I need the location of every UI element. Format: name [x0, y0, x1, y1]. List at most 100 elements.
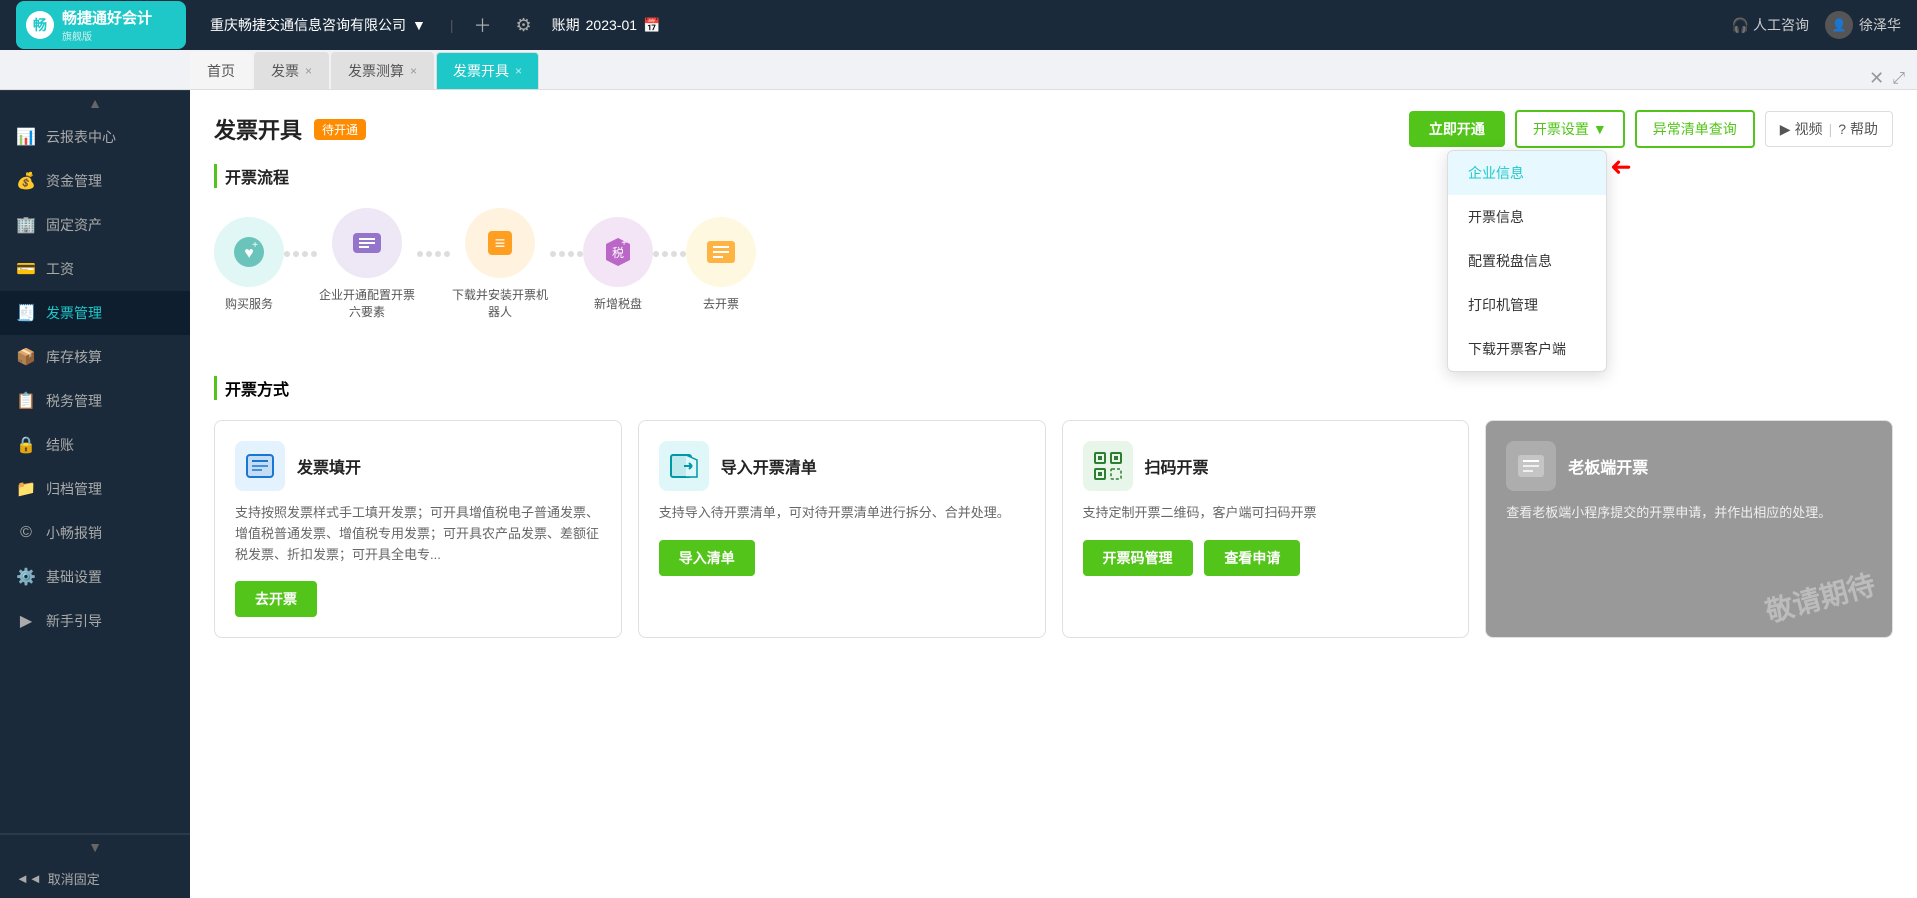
exception-button[interactable]: 异常清单查询 [1635, 110, 1755, 148]
settings-icon[interactable]: ⚙ [512, 11, 536, 40]
flow-step-3: ≡ 下载并安装开票机器人 [450, 208, 550, 320]
dropdown-item-invoice-info[interactable]: 开票信息 [1448, 195, 1606, 239]
card-1-desc: 支持按照发票样式手工填开发票；可开具增值税电子普通发票、增值税普通发票、增值税专… [235, 503, 601, 565]
tax-icon: 📋 [16, 391, 36, 411]
flow-section: 开票流程 ♥ + 购买服务 [190, 164, 1917, 376]
step-dots-1 [284, 251, 317, 257]
card-4-icon [1506, 441, 1556, 491]
dropdown-item-printer[interactable]: 打印机管理 [1448, 283, 1606, 327]
app-title: 畅捷通好会计 [62, 7, 152, 28]
settlement-icon: 🔒 [16, 435, 36, 455]
sidebar-item-inventory[interactable]: 📦 库存核算 [0, 335, 190, 379]
sidebar-item-label: 固定资产 [46, 215, 102, 235]
card-2-desc: 支持导入待开票清单，可对待开票清单进行拆分、合并处理。 [659, 503, 1025, 524]
card-2-header: 导入开票清单 [659, 441, 1025, 491]
cancel-pin-icon: ◄◄ [16, 871, 42, 886]
card-3-btn[interactable]: 开票码管理 [1083, 540, 1193, 576]
flow-step-1: ♥ + 购买服务 [214, 217, 284, 312]
billing-card-import: 导入开票清单 支持导入待开票清单，可对待开票清单进行拆分、合并处理。 导入清单 [638, 420, 1046, 638]
top-bar: 畅 畅捷通好会计 旗舰版 重庆畅捷交通信息咨询有限公司 ▼ | ＋ ⚙ 账期 2… [0, 0, 1917, 50]
sidebar-item-archive[interactable]: 📁 归档管理 [0, 467, 190, 511]
funds-icon: 💰 [16, 171, 36, 191]
sidebar-item-expense[interactable]: © 小畅报销 [0, 511, 190, 555]
company-selector[interactable]: 重庆畅捷交通信息咨询有限公司 ▼ [202, 11, 434, 39]
billing-card-boss: 老板端开票 查看老板端小程序提交的开票申请，并作出相应的处理。 敬请期待 [1485, 420, 1893, 638]
step-4-icon: 税 + [583, 217, 653, 287]
main-content: 发票开具 待开通 立即开通 开票设置 ▼ 异常清单查询 ▶ 视频 | ? 帮助 [190, 90, 1917, 898]
billing-cards: 发票填开 支持按照发票样式手工填开发票；可开具增值税电子普通发票、增值税普通发票… [214, 420, 1893, 638]
sidebar-item-label: 归档管理 [46, 479, 102, 499]
sidebar-item-settlement[interactable]: 🔒 结账 [0, 423, 190, 467]
card-3-btn2[interactable]: 查看申请 [1204, 540, 1300, 576]
billing-card-scan: 扫码开票 支持定制开票二维码，客户端可扫码开票 开票码管理 查看申请 [1062, 420, 1470, 638]
help-label: 帮助 [1850, 119, 1878, 139]
payroll-icon: 💳 [16, 259, 36, 279]
step-1-icon: ♥ + [214, 217, 284, 287]
cancel-pin-btn[interactable]: ◄◄ 取消固定 [0, 859, 190, 898]
sidebar-item-reports[interactable]: 📊 云报表中心 [0, 115, 190, 159]
user-area[interactable]: 👤 徐泽华 [1825, 11, 1901, 39]
flow-step-2: 企业开通配置开票六要素 [317, 208, 417, 320]
sidebar-item-invoice[interactable]: 🧾 发票管理 [0, 291, 190, 335]
close-window-icon[interactable]: ✕ [1869, 68, 1884, 89]
flow-step-4: 税 + 新增税盘 [583, 217, 653, 312]
close-icon[interactable]: × [305, 64, 312, 78]
svg-text:+: + [252, 240, 258, 251]
scroll-down-btn[interactable]: ▼ [0, 834, 190, 859]
tab-home[interactable]: 首页 [190, 52, 252, 89]
add-icon[interactable]: ＋ [470, 8, 496, 42]
sidebar-item-label: 新手引导 [46, 611, 102, 631]
expand-icon[interactable]: ⤢ [1892, 70, 1905, 88]
close-icon[interactable]: × [410, 64, 417, 78]
sidebar-item-guide[interactable]: ▶ 新手引导 [0, 599, 190, 643]
settings-dropdown: 企业信息 开票信息 配置税盘信息 打印机管理 下载开票客户端 [1447, 150, 1607, 372]
tab-invoice-calc[interactable]: 发票测算 × [331, 52, 434, 89]
app-subtitle: 旗舰版 [62, 28, 152, 43]
red-arrow-icon: ➜ [1610, 152, 1632, 183]
company-name: 重庆畅捷交通信息咨询有限公司 [210, 15, 406, 35]
settings-button[interactable]: 开票设置 ▼ [1515, 110, 1625, 148]
period-label: 账期 [552, 15, 580, 35]
user-name: 徐泽华 [1859, 15, 1901, 35]
period-value: 2023-01 [586, 17, 637, 33]
sidebar-item-settings[interactable]: ⚙️ 基础设置 [0, 555, 190, 599]
scroll-up-btn[interactable]: ▲ [0, 90, 190, 115]
card-2-btn[interactable]: 导入清单 [659, 540, 755, 576]
page-header: 发票开具 待开通 立即开通 开票设置 ▼ 异常清单查询 ▶ 视频 | ? 帮助 [190, 90, 1917, 164]
calendar-icon[interactable]: 📅 [643, 17, 660, 34]
activate-button[interactable]: 立即开通 [1409, 111, 1505, 147]
close-icon[interactable]: × [515, 64, 522, 78]
logo-area: 畅 畅捷通好会计 旗舰版 [16, 1, 186, 49]
svg-text:≡: ≡ [495, 233, 506, 253]
sidebar-item-payroll[interactable]: 💳 工资 [0, 247, 190, 291]
separator: | [1829, 121, 1833, 137]
sidebar-item-assets[interactable]: 🏢 固定资产 [0, 203, 190, 247]
service-btn[interactable]: 🎧 人工咨询 [1732, 15, 1809, 35]
overlay-text: 敬请期待 [1761, 564, 1880, 632]
inventory-icon: 📦 [16, 347, 36, 367]
sidebar: ▲ 📊 云报表中心 💰 资金管理 🏢 固定资产 💳 工资 🧾 发票管理 📦 库存… [0, 90, 190, 898]
step-2-icon [332, 208, 402, 278]
dropdown-item-company[interactable]: 企业信息 [1448, 151, 1606, 195]
tab-invoice-issue[interactable]: 发票开具 × [436, 52, 539, 89]
sidebar-item-label: 税务管理 [46, 391, 102, 411]
play-icon: ▶ [1780, 121, 1791, 138]
tab-invoice[interactable]: 发票 × [254, 52, 329, 89]
step-5-label: 去开票 [703, 295, 739, 312]
card-1-btn[interactable]: 去开票 [235, 581, 317, 617]
page-title: 发票开具 [214, 113, 302, 145]
sidebar-item-tax[interactable]: 📋 税务管理 [0, 379, 190, 423]
sidebar-item-label: 工资 [46, 259, 74, 279]
dropdown-item-tax-config[interactable]: 配置税盘信息 [1448, 239, 1606, 283]
video-button[interactable]: ▶ 视频 | ? 帮助 [1765, 111, 1893, 147]
sidebar-item-funds[interactable]: 💰 资金管理 [0, 159, 190, 203]
svg-text:+: + [621, 238, 627, 249]
service-label: 人工咨询 [1753, 15, 1809, 35]
dropdown-item-download-client[interactable]: 下载开票客户端 [1448, 327, 1606, 371]
settings-icon: ⚙️ [16, 567, 36, 587]
step-2-label: 企业开通配置开票六要素 [317, 286, 417, 320]
archive-icon: 📁 [16, 479, 36, 499]
card-3-icon [1083, 441, 1133, 491]
nav-tabs: 首页 发票 × 发票测算 × 发票开具 × ✕ ⤢ [0, 50, 1917, 90]
sidebar-item-label: 基础设置 [46, 567, 102, 587]
